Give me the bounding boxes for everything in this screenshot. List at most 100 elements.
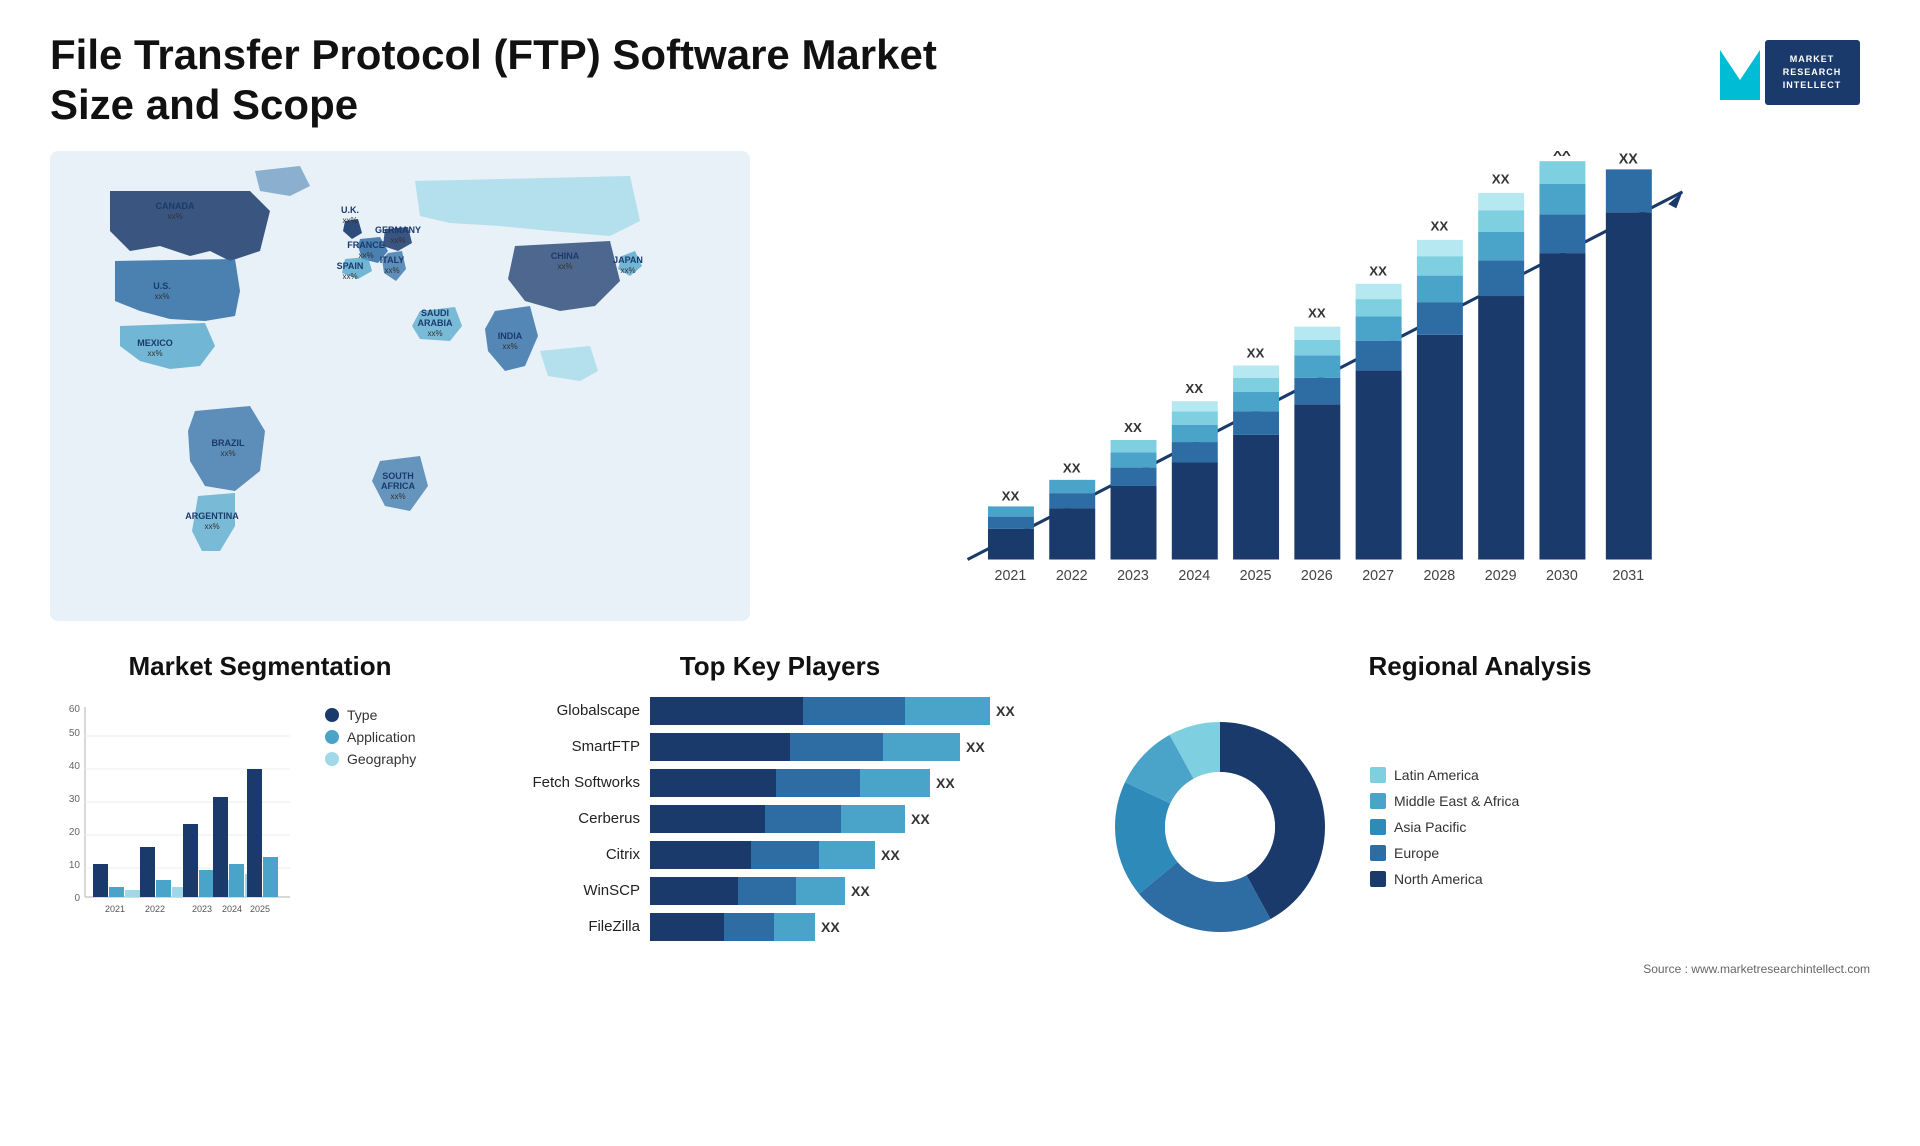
player-name: WinSCP — [500, 882, 640, 899]
segmentation-chart: 0 10 20 30 40 50 60 — [50, 697, 300, 937]
svg-text:xx%: xx% — [342, 216, 357, 225]
regional-section: Regional Analysis — [1090, 651, 1870, 1031]
player-name: Cerberus — [500, 810, 640, 827]
player-bar-container: XX — [650, 805, 1060, 833]
player-bar — [650, 841, 875, 869]
svg-text:XX: XX — [1247, 345, 1265, 360]
legend-apac-label: Asia Pacific — [1394, 819, 1466, 835]
svg-text:CANADA: CANADA — [156, 201, 195, 211]
player-name: Citrix — [500, 846, 640, 863]
legend-latin-america: Latin America — [1370, 767, 1519, 783]
legend-mea-color — [1370, 793, 1386, 809]
svg-text:AFRICA: AFRICA — [381, 481, 415, 491]
player-name: Fetch Softworks — [500, 774, 640, 791]
svg-text:0: 0 — [74, 893, 80, 904]
legend-app-label: Application — [347, 729, 416, 745]
svg-text:XX: XX — [1063, 460, 1081, 475]
player-bar-container: XX — [650, 913, 1060, 941]
legend-app-dot — [325, 730, 339, 744]
players-list: Globalscape XX SmartFTP — [500, 697, 1060, 941]
svg-text:BRAZIL: BRAZIL — [212, 438, 245, 448]
players-section: Top Key Players Globalscape XX — [500, 651, 1060, 1031]
player-row: Fetch Softworks XX — [500, 769, 1060, 797]
legend-apac-color — [1370, 819, 1386, 835]
svg-text:XX: XX — [1308, 305, 1326, 320]
page-title: File Transfer Protocol (FTP) Software Ma… — [50, 30, 950, 131]
company-logo: MARKET RESEARCH INTELLECT — [1710, 30, 1870, 110]
player-bar-container: XX — [650, 733, 1060, 761]
donut-chart — [1090, 697, 1350, 957]
svg-text:xx%: xx% — [147, 349, 162, 358]
svg-text:xx%: xx% — [167, 212, 182, 221]
growth-bar-chart: XX 2021 XX 2022 XX 2023 — [780, 151, 1870, 631]
player-bar-container: XX — [650, 769, 1060, 797]
player-value: XX — [911, 811, 930, 827]
segmentation-title: Market Segmentation — [50, 651, 470, 682]
legend-mea-label: Middle East & Africa — [1394, 793, 1519, 809]
source-text: Source : www.marketresearchintellect.com — [1090, 962, 1870, 976]
svg-text:50: 50 — [69, 728, 81, 739]
svg-text:2022: 2022 — [145, 904, 165, 914]
world-map: CANADA xx% U.S. xx% MEXICO xx% BRAZIL xx… — [50, 151, 750, 621]
svg-text:xx%: xx% — [390, 492, 405, 501]
legend-na-color — [1370, 871, 1386, 887]
legend-latin-america-color — [1370, 767, 1386, 783]
svg-text:2021: 2021 — [995, 568, 1027, 584]
svg-text:U.S.: U.S. — [153, 281, 171, 291]
player-name: FileZilla — [500, 918, 640, 935]
svg-text:XX: XX — [1185, 381, 1203, 396]
svg-text:60: 60 — [69, 704, 81, 715]
svg-text:2022: 2022 — [1056, 568, 1088, 584]
legend-north-america: North America — [1370, 871, 1519, 887]
svg-text:xx%: xx% — [358, 251, 373, 260]
player-row: WinSCP XX — [500, 877, 1060, 905]
svg-text:2026: 2026 — [1301, 568, 1333, 584]
player-value: XX — [966, 739, 985, 755]
main-content: CANADA xx% U.S. xx% MEXICO xx% BRAZIL xx… — [50, 151, 1870, 631]
svg-text:XX: XX — [1369, 263, 1387, 278]
player-value: XX — [821, 919, 840, 935]
legend-middle-east-africa: Middle East & Africa — [1370, 793, 1519, 809]
svg-text:XX: XX — [1002, 488, 1020, 503]
svg-text:30: 30 — [69, 794, 81, 805]
svg-text:U.K.: U.K. — [341, 205, 359, 215]
svg-text:CHINA: CHINA — [551, 251, 580, 261]
player-bar-container: XX — [650, 841, 1060, 869]
legend-europe-label: Europe — [1394, 845, 1439, 861]
svg-text:JAPAN: JAPAN — [613, 255, 643, 265]
svg-text:2023: 2023 — [1117, 568, 1149, 584]
svg-text:2028: 2028 — [1423, 568, 1455, 584]
player-value: XX — [851, 883, 870, 899]
svg-text:INDIA: INDIA — [498, 331, 523, 341]
svg-text:FRANCE: FRANCE — [347, 240, 385, 250]
donut-legend: Latin America Middle East & Africa Asia … — [1370, 767, 1519, 887]
header: File Transfer Protocol (FTP) Software Ma… — [50, 30, 1870, 131]
legend-geo-dot — [325, 752, 339, 766]
svg-text:INTELLECT: INTELLECT — [1783, 80, 1842, 90]
svg-text:2027: 2027 — [1362, 568, 1394, 584]
svg-text:2025: 2025 — [1240, 568, 1272, 584]
svg-text:xx%: xx% — [384, 266, 399, 275]
donut-container: Latin America Middle East & Africa Asia … — [1090, 697, 1870, 957]
legend-latin-america-label: Latin America — [1394, 767, 1479, 783]
legend-asia-pacific: Asia Pacific — [1370, 819, 1519, 835]
svg-text:xx%: xx% — [204, 522, 219, 531]
svg-text:SPAIN: SPAIN — [337, 261, 364, 271]
player-bar — [650, 877, 845, 905]
segmentation-section: Market Segmentation 0 10 20 30 40 50 60 — [50, 651, 470, 1031]
player-bar — [650, 913, 815, 941]
svg-text:20: 20 — [69, 827, 81, 838]
svg-text:xx%: xx% — [390, 236, 405, 245]
svg-text:xx%: xx% — [427, 329, 442, 338]
players-title: Top Key Players — [500, 651, 1060, 682]
legend-application: Application — [325, 729, 416, 745]
bottom-content: Market Segmentation 0 10 20 30 40 50 60 — [50, 651, 1870, 1031]
svg-text:2030: 2030 — [1546, 568, 1578, 584]
svg-text:XX: XX — [1124, 420, 1142, 435]
svg-text:MEXICO: MEXICO — [137, 338, 173, 348]
logo-area: MARKET RESEARCH INTELLECT — [1710, 30, 1870, 110]
legend-europe-color — [1370, 845, 1386, 861]
player-value: XX — [936, 775, 955, 791]
svg-text:GERMANY: GERMANY — [375, 225, 421, 235]
svg-text:MARKET: MARKET — [1790, 54, 1835, 64]
